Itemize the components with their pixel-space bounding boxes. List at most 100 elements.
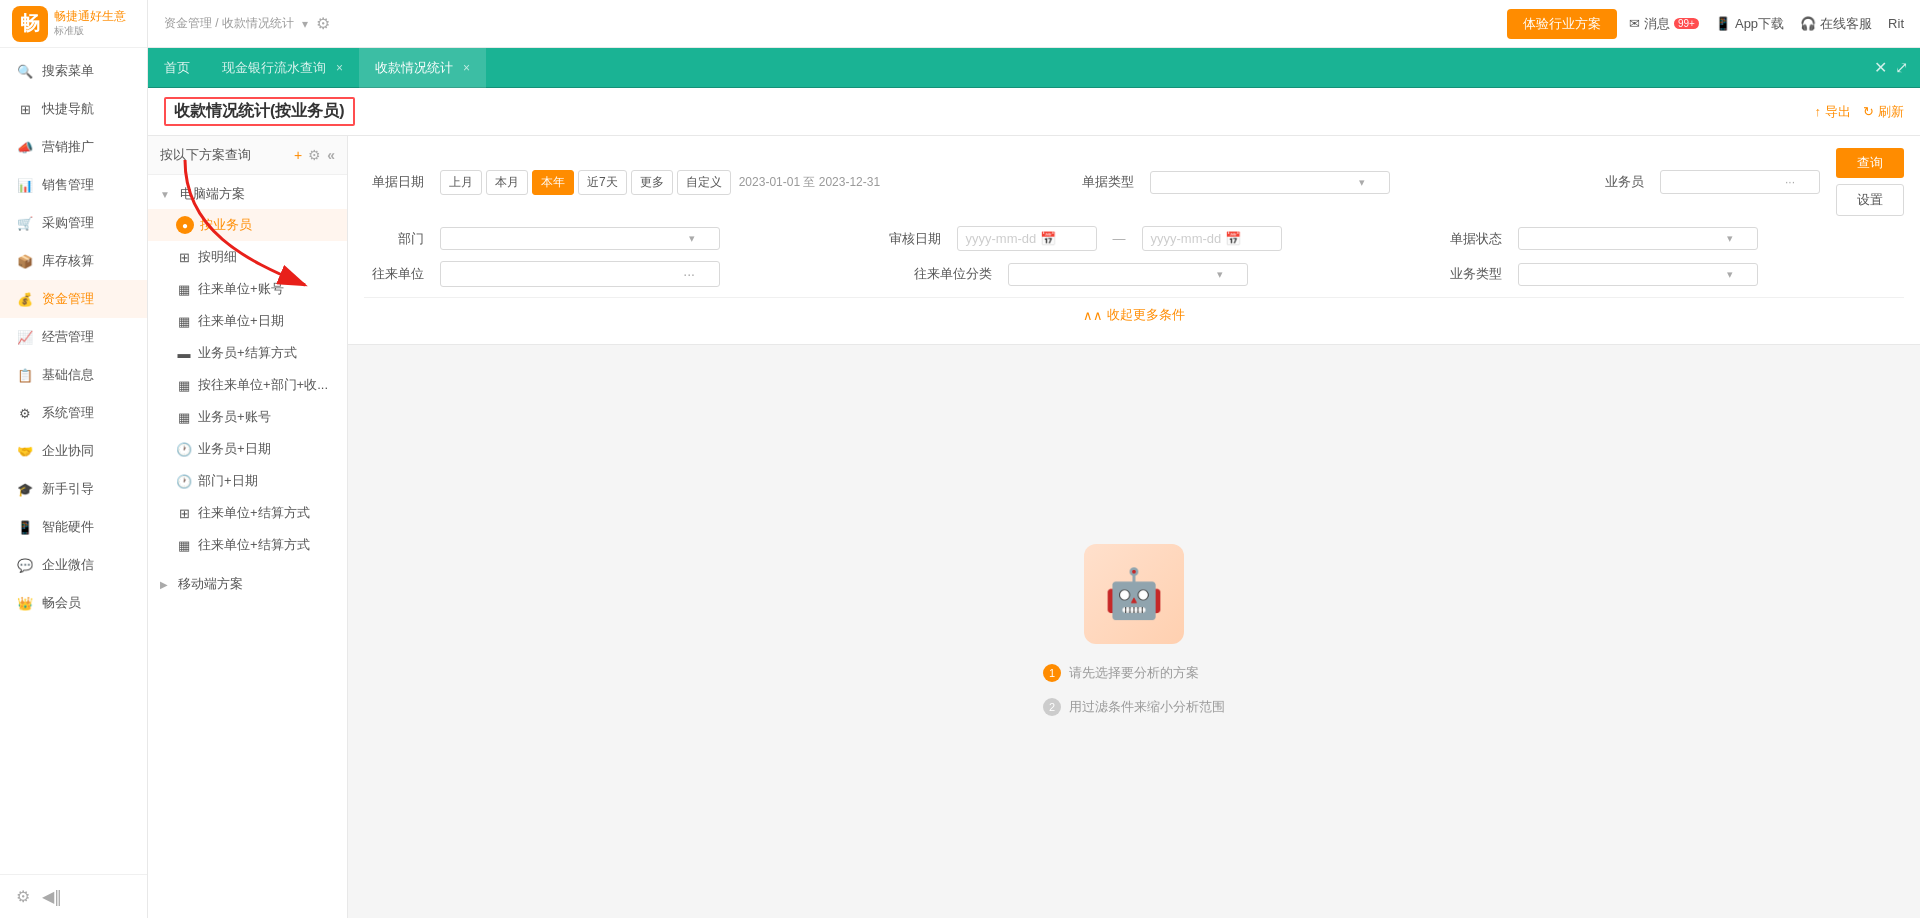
menu-item-label: 业务员+账号 xyxy=(198,408,271,426)
sidebar-item-funds[interactable]: 💰 资金管理 xyxy=(0,280,147,318)
menu-item-salesman-account[interactable]: ▦ 业务员+账号 xyxy=(148,401,347,433)
counterpart-category-select[interactable]: ▾ xyxy=(1008,263,1248,286)
pc-section-title: 电脑端方案 xyxy=(180,185,245,203)
tab-cashflow[interactable]: 现金银行流水查询 × xyxy=(206,48,359,88)
mobile-section-header[interactable]: ▶ 移动端方案 xyxy=(148,569,347,599)
message-icon: ✉ xyxy=(1629,16,1640,31)
sidebar-item-newbie[interactable]: 🎓 新手引导 xyxy=(0,470,147,508)
date-btn-more[interactable]: 更多 xyxy=(631,170,673,195)
menu-item-unit-account[interactable]: ▦ 往来单位+账号 xyxy=(148,273,347,305)
sidebar-item-search[interactable]: 🔍 搜索菜单 xyxy=(0,52,147,90)
filter-row-3: 往来单位 ··· 往来单位分类 ▾ 业务类型 ▾ xyxy=(364,261,1904,287)
dept-label: 部门 xyxy=(364,230,424,248)
box-icon: 📦 xyxy=(16,252,34,270)
panel-add-icon[interactable]: + xyxy=(294,147,302,163)
settings-footer-icon[interactable]: ⚙ xyxy=(16,887,30,906)
sidebar-item-purchase[interactable]: 🛒 采购管理 xyxy=(0,204,147,242)
maximize-icon[interactable]: ⤢ xyxy=(1895,58,1908,77)
menu-item-salesman-payment[interactable]: ▬ 业务员+结算方式 xyxy=(148,337,347,369)
customer-service-button[interactable]: 🎧 在线客服 xyxy=(1800,15,1872,33)
menu-item-salesman[interactable]: ● 按业务员 xyxy=(148,209,347,241)
panel-icons: + ⚙ « xyxy=(294,147,335,163)
sidebar-item-label: 企业微信 xyxy=(42,556,94,574)
counterpart-category-label: 往来单位分类 xyxy=(914,265,992,283)
sidebar-item-operations[interactable]: 📈 经营管理 xyxy=(0,318,147,356)
date-btn-this-month[interactable]: 本月 xyxy=(486,170,528,195)
voucher-type-select[interactable]: ▾ xyxy=(1150,171,1390,194)
detail-icon: ⊞ xyxy=(176,249,192,265)
business-type-select[interactable]: ▾ xyxy=(1518,263,1758,286)
sidebar-item-wechat[interactable]: 💬 企业微信 xyxy=(0,546,147,584)
date-btn-custom[interactable]: 自定义 xyxy=(677,170,731,195)
menu-item-salesman-date[interactable]: 🕐 业务员+日期 xyxy=(148,433,347,465)
review-date-from[interactable]: yyyy-mm-dd 📅 xyxy=(957,226,1097,251)
sidebar-item-system[interactable]: ⚙ 系统管理 xyxy=(0,394,147,432)
chart-icon: 📊 xyxy=(16,176,34,194)
date-btn-last-month[interactable]: 上月 xyxy=(440,170,482,195)
topbar-gear-icon[interactable]: ⚙ xyxy=(316,14,330,33)
voucher-status-chevron: ▾ xyxy=(1727,232,1733,245)
close-window-icon[interactable]: ✕ xyxy=(1874,58,1887,77)
sidebar-item-label: 销售管理 xyxy=(42,176,94,194)
message-button[interactable]: ✉ 消息 99+ xyxy=(1629,15,1699,33)
step1-number: 1 xyxy=(1043,664,1061,682)
date-label: 单据日期 xyxy=(364,173,424,191)
user-avatar[interactable]: Rit xyxy=(1888,16,1904,31)
settings-button[interactable]: 设置 xyxy=(1836,184,1904,216)
sidebar-item-inventory[interactable]: 📦 库存核算 xyxy=(0,242,147,280)
step2-text: 用过滤条件来缩小分析范围 xyxy=(1069,694,1225,720)
date-dash: — xyxy=(1113,231,1126,246)
menu-item-unit-payment2[interactable]: ▦ 往来单位+结算方式 xyxy=(148,529,347,561)
counterpart-select[interactable]: ··· xyxy=(440,261,720,287)
export-button[interactable]: ↑ 导出 xyxy=(1815,103,1852,121)
table5-icon: ▦ xyxy=(176,537,192,553)
topbar-left: 资金管理 / 收款情况统计 ▾ ⚙ xyxy=(164,14,1495,33)
sidebar-item-enterprise[interactable]: 🤝 企业协同 xyxy=(0,432,147,470)
date-btn-7days[interactable]: 近7天 xyxy=(578,170,627,195)
counterpart-dots: ··· xyxy=(683,266,695,282)
sidebar-item-sales[interactable]: 📊 销售管理 xyxy=(0,166,147,204)
menu-item-dept-date[interactable]: 🕐 部门+日期 xyxy=(148,465,347,497)
salesman-select[interactable]: ··· xyxy=(1660,170,1820,194)
sidebar-item-basic[interactable]: 📋 基础信息 xyxy=(0,356,147,394)
tab-home[interactable]: 首页 xyxy=(148,48,206,88)
sidebar-item-label: 系统管理 xyxy=(42,404,94,422)
sidebar-item-label: 采购管理 xyxy=(42,214,94,232)
sidebar-item-hardware[interactable]: 📱 智能硬件 xyxy=(0,508,147,546)
topbar-dropdown-icon[interactable]: ▾ xyxy=(302,17,308,31)
calendar-icon-to[interactable]: 📅 xyxy=(1225,231,1241,246)
menu-item-unit-date[interactable]: ▦ 往来单位+日期 xyxy=(148,305,347,337)
panel-settings-icon[interactable]: ⚙ xyxy=(308,147,321,163)
menu-item-unit-dept[interactable]: ▦ 按往来单位+部门+收... xyxy=(148,369,347,401)
sidebar: 畅 畅捷通好生意 标准版 🔍 搜索菜单 ⊞ 快捷导航 📣 营销推广 📊 销售管理… xyxy=(0,0,148,918)
tab-cashflow-close[interactable]: × xyxy=(336,61,343,75)
app-download-label: App下载 xyxy=(1735,15,1784,33)
dept-select[interactable]: ▾ xyxy=(440,227,720,250)
app-badge: 标准版 xyxy=(54,24,126,38)
grid-icon: ⊞ xyxy=(176,505,192,521)
panel-collapse-icon[interactable]: « xyxy=(327,147,335,163)
collapse-sidebar-icon[interactable]: ◀‖ xyxy=(42,887,62,906)
refresh-button[interactable]: ↻ 刷新 xyxy=(1863,103,1904,121)
tab-receipt-stats[interactable]: 收款情况统计 × xyxy=(359,48,486,88)
sidebar-item-marketing[interactable]: 📣 营销推广 xyxy=(0,128,147,166)
sidebar-item-member[interactable]: 👑 畅会员 xyxy=(0,584,147,622)
member-icon: 👑 xyxy=(16,594,34,612)
menu-item-unit-payment1[interactable]: ⊞ 往来单位+结算方式 xyxy=(148,497,347,529)
calendar-icon-from[interactable]: 📅 xyxy=(1040,231,1056,246)
voucher-status-select[interactable]: ▾ xyxy=(1518,227,1758,250)
menu-item-detail[interactable]: ⊞ 按明细 xyxy=(148,241,347,273)
query-button[interactable]: 查询 xyxy=(1836,148,1904,178)
pc-section-header[interactable]: ▼ 电脑端方案 xyxy=(148,179,347,209)
message-badge: 99+ xyxy=(1674,18,1699,29)
sidebar-item-label: 新手引导 xyxy=(42,480,94,498)
sidebar-item-quicknav[interactable]: ⊞ 快捷导航 xyxy=(0,90,147,128)
app-download-button[interactable]: 📱 App下载 xyxy=(1715,15,1784,33)
collapse-filter-btn[interactable]: ∧∧ 收起更多条件 xyxy=(364,297,1904,332)
tab-receipt-stats-close[interactable]: × xyxy=(463,61,470,75)
date-btn-this-year[interactable]: 本年 xyxy=(532,170,574,195)
sidebar-item-label: 畅会员 xyxy=(42,594,81,612)
logo-text-group: 畅捷通好生意 标准版 xyxy=(54,9,126,39)
trial-button[interactable]: 体验行业方案 xyxy=(1507,9,1617,39)
review-date-to[interactable]: yyyy-mm-dd 📅 xyxy=(1142,226,1282,251)
